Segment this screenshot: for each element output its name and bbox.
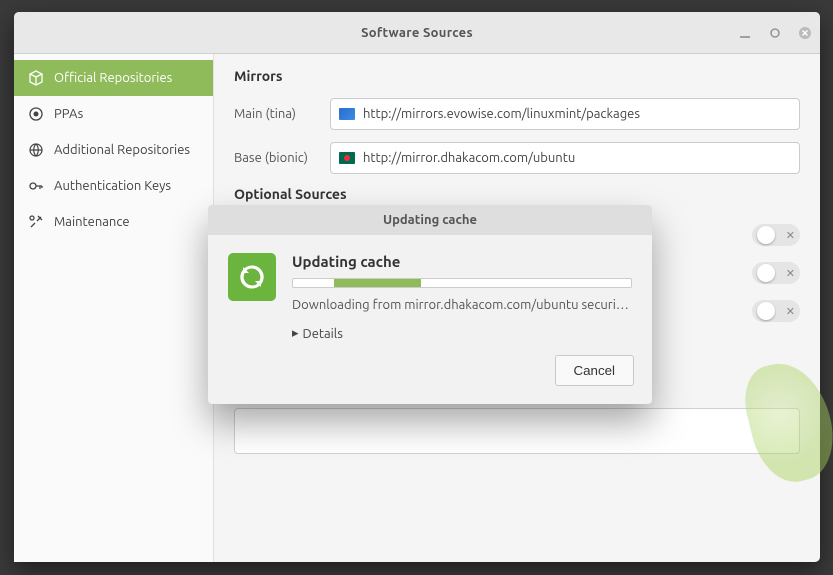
sidebar-item-label: Additional Repositories	[54, 143, 190, 157]
cancel-button[interactable]: Cancel	[555, 355, 635, 386]
window-title: Software Sources	[361, 26, 473, 40]
globe-icon	[28, 142, 44, 158]
dialog-status: Downloading from mirror.dhakacom.com/ubu…	[292, 298, 632, 312]
sidebar-item-label: Authentication Keys	[54, 179, 171, 193]
sidebar-item-maintenance[interactable]: Maintenance	[14, 204, 213, 240]
mirror-row-base: Base (bionic) http://mirror.dhakacom.com…	[234, 142, 800, 174]
mirror-url: http://mirror.dhakacom.com/ubuntu	[363, 151, 575, 165]
toggle-switch[interactable]: ✕	[752, 224, 800, 246]
window-controls	[738, 12, 812, 54]
dialog-title: Updating cache	[208, 205, 652, 235]
toggle-knob	[757, 264, 775, 282]
sidebar-item-additional-repositories[interactable]: Additional Repositories	[14, 132, 213, 168]
details-expander[interactable]: ▸ Details	[292, 326, 632, 341]
sidebar-item-label: Official Repositories	[54, 71, 172, 85]
updating-cache-dialog: Updating cache Updating cache Downloadin…	[208, 205, 652, 404]
key-icon	[28, 178, 44, 194]
record-icon	[28, 106, 44, 122]
dialog-body: Updating cache Downloading from mirror.d…	[208, 235, 652, 355]
flag-icon	[339, 108, 355, 120]
box-icon	[28, 70, 44, 86]
sidebar-item-official-repositories[interactable]: Official Repositories	[14, 60, 213, 96]
details-label: Details	[303, 327, 343, 341]
mirror-url: http://mirrors.evowise.com/linuxmint/pac…	[363, 107, 640, 121]
sidebar-item-authentication-keys[interactable]: Authentication Keys	[14, 168, 213, 204]
mirror-row-main: Main (tina) http://mirrors.evowise.com/l…	[234, 98, 800, 130]
sidebar-item-ppas[interactable]: PPAs	[14, 96, 213, 132]
dialog-heading: Updating cache	[292, 253, 632, 270]
optional-sources-heading: Optional Sources	[234, 186, 800, 202]
toggle-knob	[757, 226, 775, 244]
refresh-icon	[228, 253, 276, 301]
flag-icon	[339, 152, 355, 164]
empty-field[interactable]	[234, 408, 800, 454]
progress-bar	[292, 278, 632, 288]
mirror-label-main: Main (tina)	[234, 107, 316, 121]
toggle-off-icon: ✕	[786, 267, 795, 280]
mirror-field-main[interactable]: http://mirrors.evowise.com/linuxmint/pac…	[330, 98, 800, 130]
toggle-off-icon: ✕	[786, 229, 795, 242]
sidebar-item-label: PPAs	[54, 107, 83, 121]
toggle-knob	[757, 302, 775, 320]
close-icon[interactable]	[798, 26, 812, 40]
progress-fill	[334, 279, 422, 287]
decor-leaf	[737, 354, 833, 490]
maximize-icon[interactable]	[768, 26, 782, 40]
tools-icon	[28, 214, 44, 230]
toggle-switch[interactable]: ✕	[752, 262, 800, 284]
mirror-label-base: Base (bionic)	[234, 151, 316, 165]
dialog-main: Updating cache Downloading from mirror.d…	[292, 253, 632, 341]
mirrors-heading: Mirrors	[234, 68, 800, 84]
toggle-off-icon: ✕	[786, 305, 795, 318]
sidebar-item-label: Maintenance	[54, 215, 130, 229]
mirror-field-base[interactable]: http://mirror.dhakacom.com/ubuntu	[330, 142, 800, 174]
minimize-icon[interactable]	[738, 26, 752, 40]
toggle-switch[interactable]: ✕	[752, 300, 800, 322]
sidebar: Official Repositories PPAs Additional Re…	[14, 54, 214, 562]
chevron-right-icon: ▸	[292, 326, 299, 341]
dialog-actions: Cancel	[208, 355, 652, 404]
titlebar: Software Sources	[14, 12, 820, 54]
